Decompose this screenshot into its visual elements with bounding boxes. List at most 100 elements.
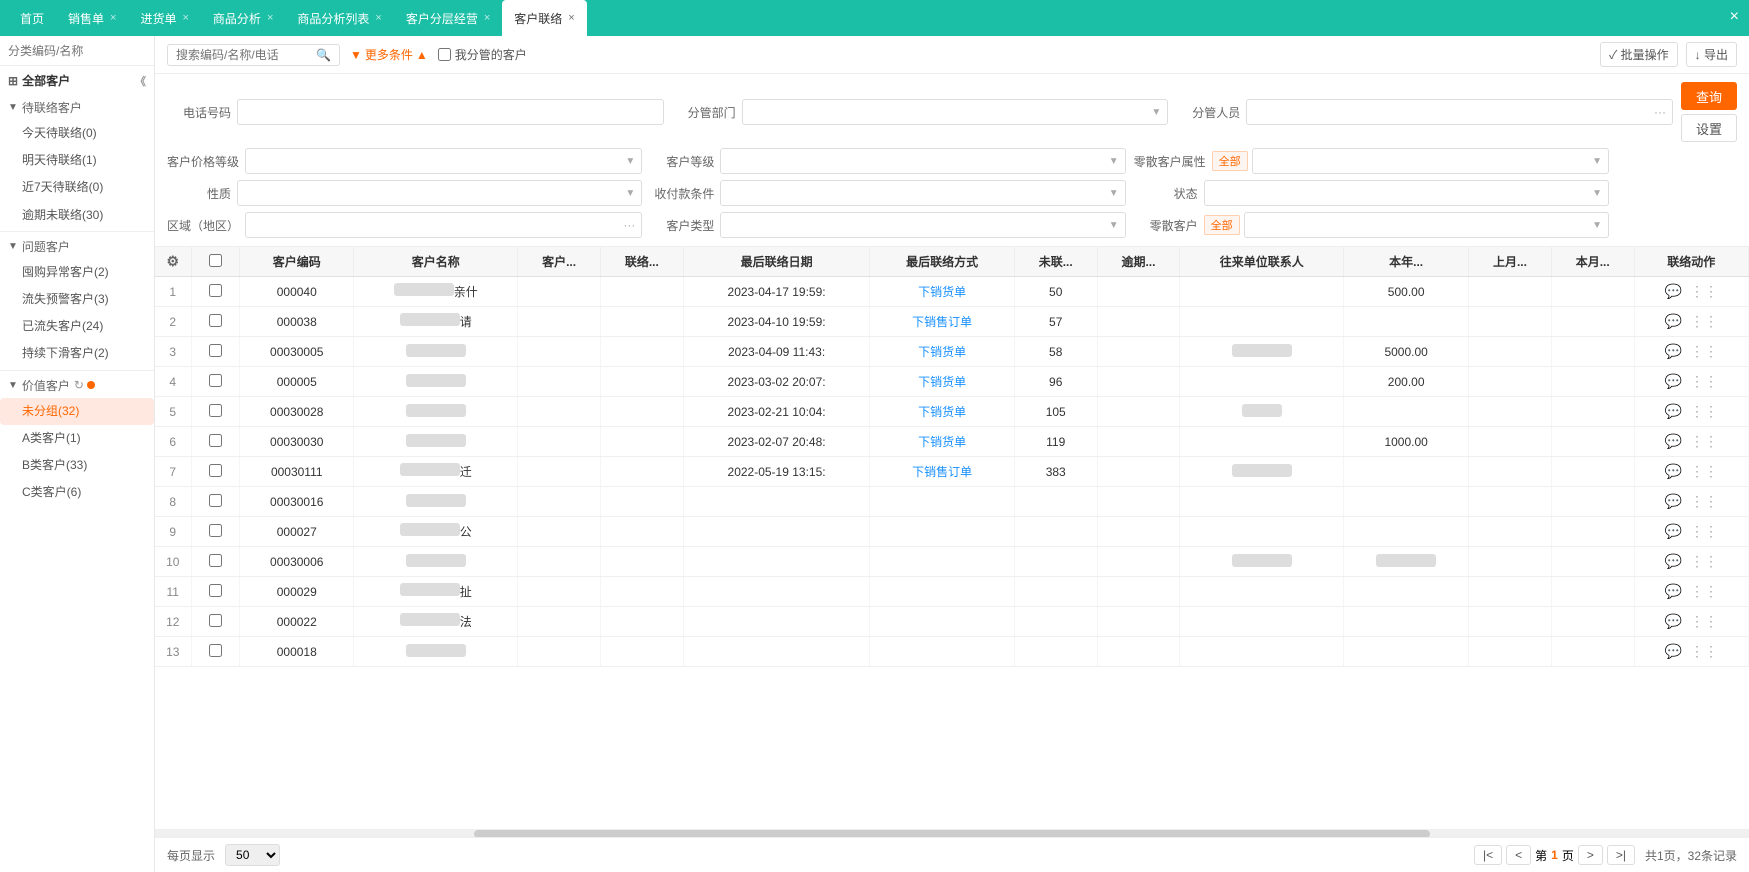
main-search-input[interactable] bbox=[176, 48, 316, 62]
chat-icon[interactable]: 💬 bbox=[1665, 283, 1682, 300]
tab-sales[interactable]: 销售单 × bbox=[56, 0, 128, 36]
customer-level-select[interactable]: ▼ bbox=[720, 148, 1125, 174]
problem-customers-group[interactable]: ▼ 问题客户 bbox=[0, 234, 154, 259]
prev-page-btn[interactable]: < bbox=[1506, 845, 1531, 865]
row-checkbox[interactable] bbox=[191, 607, 240, 637]
first-page-btn[interactable]: |< bbox=[1474, 845, 1502, 865]
chat-icon[interactable]: 💬 bbox=[1665, 403, 1682, 420]
row-select-checkbox[interactable] bbox=[209, 554, 222, 567]
last-way-link[interactable]: 下销货单 bbox=[918, 405, 966, 419]
close-customer-layer-tab[interactable]: × bbox=[484, 12, 490, 24]
last-way-link[interactable]: 下销售订单 bbox=[912, 465, 972, 479]
price-level-select[interactable]: ▼ bbox=[245, 148, 642, 174]
col-setting-header[interactable]: ⚙ bbox=[155, 247, 191, 277]
close-all-tabs[interactable]: × bbox=[1730, 8, 1739, 26]
sidebar-item-today-pending[interactable]: 今天待联络(0) bbox=[0, 120, 154, 147]
row-select-checkbox[interactable] bbox=[209, 644, 222, 657]
tab-home[interactable]: 首页 bbox=[8, 0, 56, 36]
sidebar-item-class-c[interactable]: C类客户(6) bbox=[0, 479, 154, 506]
row-select-checkbox[interactable] bbox=[209, 524, 222, 537]
more-actions-icon[interactable]: ⋮⋮ bbox=[1690, 403, 1718, 420]
more-conditions-btn[interactable]: ▼ 更多条件 ▲ bbox=[350, 46, 428, 63]
sidebar-item-abnormal[interactable]: 囤购异常客户(2) bbox=[0, 259, 154, 286]
chat-icon[interactable]: 💬 bbox=[1665, 463, 1682, 480]
chat-icon[interactable]: 💬 bbox=[1665, 373, 1682, 390]
more-actions-icon[interactable]: ⋮⋮ bbox=[1690, 283, 1718, 300]
more-actions-icon[interactable]: ⋮⋮ bbox=[1690, 613, 1718, 630]
col-checkbox-header[interactable] bbox=[191, 247, 240, 277]
chat-icon[interactable]: 💬 bbox=[1665, 613, 1682, 630]
row-checkbox[interactable] bbox=[191, 547, 240, 577]
more-actions-icon[interactable]: ⋮⋮ bbox=[1690, 373, 1718, 390]
row-select-checkbox[interactable] bbox=[209, 344, 222, 357]
close-sales-tab[interactable]: × bbox=[110, 12, 116, 24]
row-select-checkbox[interactable] bbox=[209, 314, 222, 327]
per-page-select[interactable]: 50 20 100 bbox=[225, 844, 280, 866]
export-btn[interactable]: ↓ 导出 bbox=[1686, 42, 1737, 67]
row-checkbox[interactable] bbox=[191, 427, 240, 457]
chat-icon[interactable]: 💬 bbox=[1665, 313, 1682, 330]
chat-icon[interactable]: 💬 bbox=[1665, 523, 1682, 540]
row-select-checkbox[interactable] bbox=[209, 284, 222, 297]
tab-purchase[interactable]: 进货单 × bbox=[128, 0, 200, 36]
more-actions-icon[interactable]: ⋮⋮ bbox=[1690, 343, 1718, 360]
more-actions-icon[interactable]: ⋮⋮ bbox=[1690, 313, 1718, 330]
collapse-sidebar-btn[interactable]: 《 bbox=[135, 73, 146, 89]
row-checkbox[interactable] bbox=[191, 397, 240, 427]
all-customers-header[interactable]: ⊞ 全部客户 《 bbox=[0, 66, 154, 95]
more-actions-icon[interactable]: ⋮⋮ bbox=[1690, 523, 1718, 540]
sidebar-item-7days-pending[interactable]: 近7天待联络(0) bbox=[0, 174, 154, 201]
query-btn[interactable]: 查询 bbox=[1681, 82, 1737, 110]
phone-input[interactable] bbox=[237, 99, 664, 125]
more-actions-icon[interactable]: ⋮⋮ bbox=[1690, 493, 1718, 510]
row-select-checkbox[interactable] bbox=[209, 464, 222, 477]
chat-icon[interactable]: 💬 bbox=[1665, 643, 1682, 660]
last-way-link[interactable]: 下销售订单 bbox=[912, 315, 972, 329]
chat-icon[interactable]: 💬 bbox=[1665, 343, 1682, 360]
retail-attr-select[interactable]: ▼ bbox=[1252, 148, 1609, 174]
close-product-analysis-tab[interactable]: × bbox=[267, 12, 273, 24]
sidebar-item-ungrouped[interactable]: 未分组(32) bbox=[0, 398, 154, 425]
row-checkbox[interactable] bbox=[191, 277, 240, 307]
sidebar-item-class-a[interactable]: A类客户(1) bbox=[0, 425, 154, 452]
sidebar-item-overdue-contact[interactable]: 逾期未联络(30) bbox=[0, 202, 154, 229]
next-page-btn[interactable]: > bbox=[1578, 845, 1603, 865]
row-checkbox[interactable] bbox=[191, 517, 240, 547]
row-checkbox[interactable] bbox=[191, 337, 240, 367]
last-way-link[interactable]: 下销货单 bbox=[918, 375, 966, 389]
select-all-checkbox[interactable] bbox=[209, 254, 222, 267]
row-select-checkbox[interactable] bbox=[209, 614, 222, 627]
row-select-checkbox[interactable] bbox=[209, 584, 222, 597]
chat-icon[interactable]: 💬 bbox=[1665, 493, 1682, 510]
close-product-list-tab[interactable]: × bbox=[375, 12, 381, 24]
sidebar-item-churned[interactable]: 已流失客户(24) bbox=[0, 313, 154, 340]
customer-type-select[interactable]: ▼ bbox=[720, 212, 1125, 238]
row-checkbox[interactable] bbox=[191, 457, 240, 487]
refresh-icon[interactable]: ↻ bbox=[74, 378, 84, 392]
sidebar-item-declining[interactable]: 持续下滑客户(2) bbox=[0, 340, 154, 367]
last-way-link[interactable]: 下销货单 bbox=[918, 345, 966, 359]
person-input[interactable]: ··· bbox=[1246, 99, 1673, 125]
retail-customer-select[interactable]: ▼ bbox=[1244, 212, 1609, 238]
region-input[interactable]: ··· bbox=[245, 212, 642, 238]
row-select-checkbox[interactable] bbox=[209, 434, 222, 447]
more-actions-icon[interactable]: ⋮⋮ bbox=[1690, 583, 1718, 600]
last-way-link[interactable]: 下销货单 bbox=[918, 435, 966, 449]
more-actions-icon[interactable]: ⋮⋮ bbox=[1690, 553, 1718, 570]
more-actions-icon[interactable]: ⋮⋮ bbox=[1690, 643, 1718, 660]
payment-select[interactable]: ▼ bbox=[720, 180, 1125, 206]
search-submit-icon[interactable]: 🔍 bbox=[316, 48, 331, 62]
chat-icon[interactable]: 💬 bbox=[1665, 553, 1682, 570]
reset-btn[interactable]: 设置 bbox=[1681, 114, 1737, 142]
row-select-checkbox[interactable] bbox=[209, 494, 222, 507]
row-checkbox[interactable] bbox=[191, 577, 240, 607]
tab-product-analysis-list[interactable]: 商品分析列表 × bbox=[285, 0, 393, 36]
tab-product-analysis[interactable]: 商品分析 × bbox=[201, 0, 285, 36]
sidebar-item-tomorrow-pending[interactable]: 明天待联络(1) bbox=[0, 147, 154, 174]
more-actions-icon[interactable]: ⋮⋮ bbox=[1690, 433, 1718, 450]
row-checkbox[interactable] bbox=[191, 307, 240, 337]
tab-customer-contact[interactable]: 客户联络 × bbox=[502, 0, 586, 36]
more-actions-icon[interactable]: ⋮⋮ bbox=[1690, 463, 1718, 480]
my-customers-checkbox[interactable]: 我分管的客户 bbox=[438, 46, 527, 63]
row-select-checkbox[interactable] bbox=[209, 404, 222, 417]
